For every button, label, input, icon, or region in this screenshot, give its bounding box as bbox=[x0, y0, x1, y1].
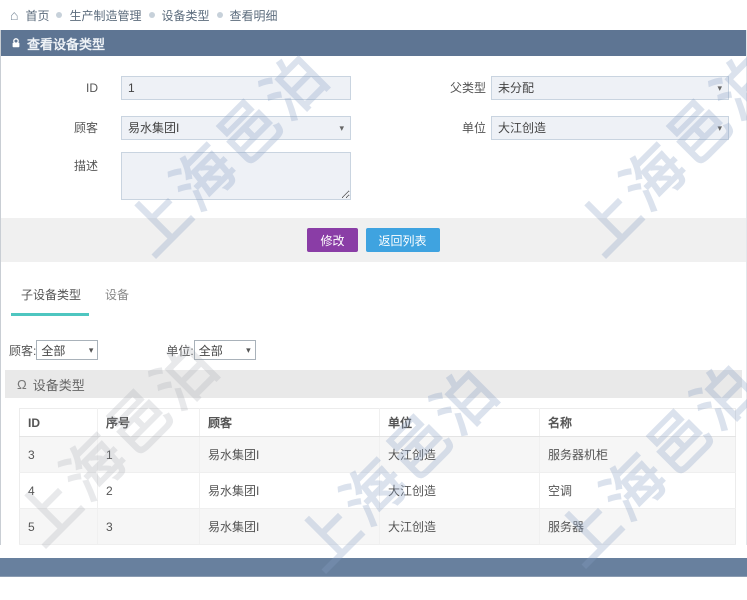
parent-type-value: 未分配 bbox=[498, 77, 534, 99]
lock-icon bbox=[11, 38, 21, 48]
id-label: ID bbox=[1, 76, 98, 100]
col-header-customer: 顾客 bbox=[200, 409, 380, 437]
footer-bar bbox=[0, 558, 747, 577]
description-label: 描述 bbox=[1, 154, 98, 178]
cell-customer: 易水集团I bbox=[200, 509, 380, 545]
unit-select[interactable]: 大江创造 ▾ bbox=[491, 116, 729, 140]
parent-type-label: 父类型 bbox=[381, 76, 486, 100]
cell-unit: 大江创造 bbox=[380, 473, 540, 509]
col-header-unit: 单位 bbox=[380, 409, 540, 437]
detail-form: ID 父类型 未分配 ▾ 顾客 易水集团I ▾ 单位 大江创造 ▾ 描述 bbox=[1, 56, 746, 218]
unit-value: 大江创造 bbox=[498, 117, 546, 139]
filter-customer-value: 全部 bbox=[41, 342, 65, 359]
table-row[interactable]: 3 1 易水集团I 大江创造 服务器机柜 bbox=[20, 437, 736, 473]
chevron-down-icon: ▾ bbox=[89, 345, 94, 356]
section-title: 设备类型 bbox=[33, 375, 85, 394]
cell-id: 3 bbox=[20, 437, 98, 473]
description-field[interactable] bbox=[121, 152, 351, 200]
parent-type-select[interactable]: 未分配 ▾ bbox=[491, 76, 729, 100]
detail-tabs: 子设备类型 设备 bbox=[1, 286, 746, 313]
filter-unit-label: 单位: bbox=[166, 342, 193, 359]
breadcrumb-item-production[interactable]: 生产制造管理 bbox=[69, 7, 141, 24]
filter-customer-label: 顾客: bbox=[9, 342, 36, 359]
tab-equipment[interactable]: 设备 bbox=[105, 286, 129, 313]
chevron-down-icon: ▾ bbox=[717, 77, 722, 99]
cell-customer: 易水集团I bbox=[200, 473, 380, 509]
table-header-row: ID 序号 顾客 单位 名称 bbox=[20, 409, 736, 437]
filter-customer-select[interactable]: 全部 ▾ bbox=[36, 340, 98, 360]
filter-unit-select[interactable]: 全部 ▾ bbox=[194, 340, 256, 360]
user-icon: Ω bbox=[17, 378, 27, 391]
back-to-list-button[interactable]: 返回列表 bbox=[366, 228, 440, 252]
cell-id: 5 bbox=[20, 509, 98, 545]
cell-name: 服务器机柜 bbox=[540, 437, 736, 473]
breadcrumb-item-view-detail[interactable]: 查看明细 bbox=[230, 7, 278, 24]
filter-row: 顾客: 全部 ▾ 单位: 全部 ▾ bbox=[1, 338, 746, 362]
filter-unit-value: 全部 bbox=[199, 342, 223, 359]
page-title: 查看设备类型 bbox=[27, 34, 105, 53]
active-tab-underline bbox=[11, 313, 89, 316]
cell-seq: 1 bbox=[98, 437, 200, 473]
col-header-id: ID bbox=[20, 409, 98, 437]
cell-name: 空调 bbox=[540, 473, 736, 509]
breadcrumb-separator-icon bbox=[149, 12, 155, 18]
chevron-down-icon: ▾ bbox=[246, 345, 251, 356]
cell-unit: 大江创造 bbox=[380, 509, 540, 545]
table-row[interactable]: 4 2 易水集团I 大江创造 空调 bbox=[20, 473, 736, 509]
chevron-down-icon: ▾ bbox=[717, 117, 722, 139]
breadcrumb-separator-icon bbox=[56, 12, 62, 18]
cell-seq: 2 bbox=[98, 473, 200, 509]
home-icon[interactable]: ⌂ bbox=[10, 7, 18, 23]
chevron-down-icon: ▾ bbox=[339, 117, 344, 139]
content-panel: 查看设备类型 ID 父类型 未分配 ▾ 顾客 易水集团I ▾ 单位 大江创造 ▾… bbox=[0, 30, 747, 545]
customer-value: 易水集团I bbox=[128, 117, 179, 139]
modify-button[interactable]: 修改 bbox=[307, 228, 357, 252]
section-header: Ω 设备类型 bbox=[5, 370, 742, 398]
breadcrumb: ⌂ 首页 生产制造管理 设备类型 查看明细 bbox=[0, 0, 747, 30]
page-title-bar: 查看设备类型 bbox=[1, 30, 746, 56]
id-field[interactable] bbox=[121, 76, 351, 100]
cell-name: 服务器 bbox=[540, 509, 736, 545]
col-header-name: 名称 bbox=[540, 409, 736, 437]
form-actions: 修改 返回列表 bbox=[1, 218, 746, 262]
customer-label: 顾客 bbox=[1, 116, 98, 140]
cell-customer: 易水集团I bbox=[200, 437, 380, 473]
breadcrumb-item-home[interactable]: 首页 bbox=[25, 7, 49, 24]
breadcrumb-separator-icon bbox=[217, 12, 223, 18]
cell-unit: 大江创造 bbox=[380, 437, 540, 473]
table-row[interactable]: 5 3 易水集团I 大江创造 服务器 bbox=[20, 509, 736, 545]
cell-id: 4 bbox=[20, 473, 98, 509]
unit-label: 单位 bbox=[381, 116, 486, 140]
col-header-seq: 序号 bbox=[98, 409, 200, 437]
breadcrumb-item-equipment-type[interactable]: 设备类型 bbox=[162, 7, 210, 24]
cell-seq: 3 bbox=[98, 509, 200, 545]
tab-child-equipment-type[interactable]: 子设备类型 bbox=[21, 286, 81, 313]
equipment-type-table: ID 序号 顾客 单位 名称 3 1 易水集团I 大江创造 服务器机柜 4 2 … bbox=[19, 408, 736, 545]
customer-select[interactable]: 易水集团I ▾ bbox=[121, 116, 351, 140]
